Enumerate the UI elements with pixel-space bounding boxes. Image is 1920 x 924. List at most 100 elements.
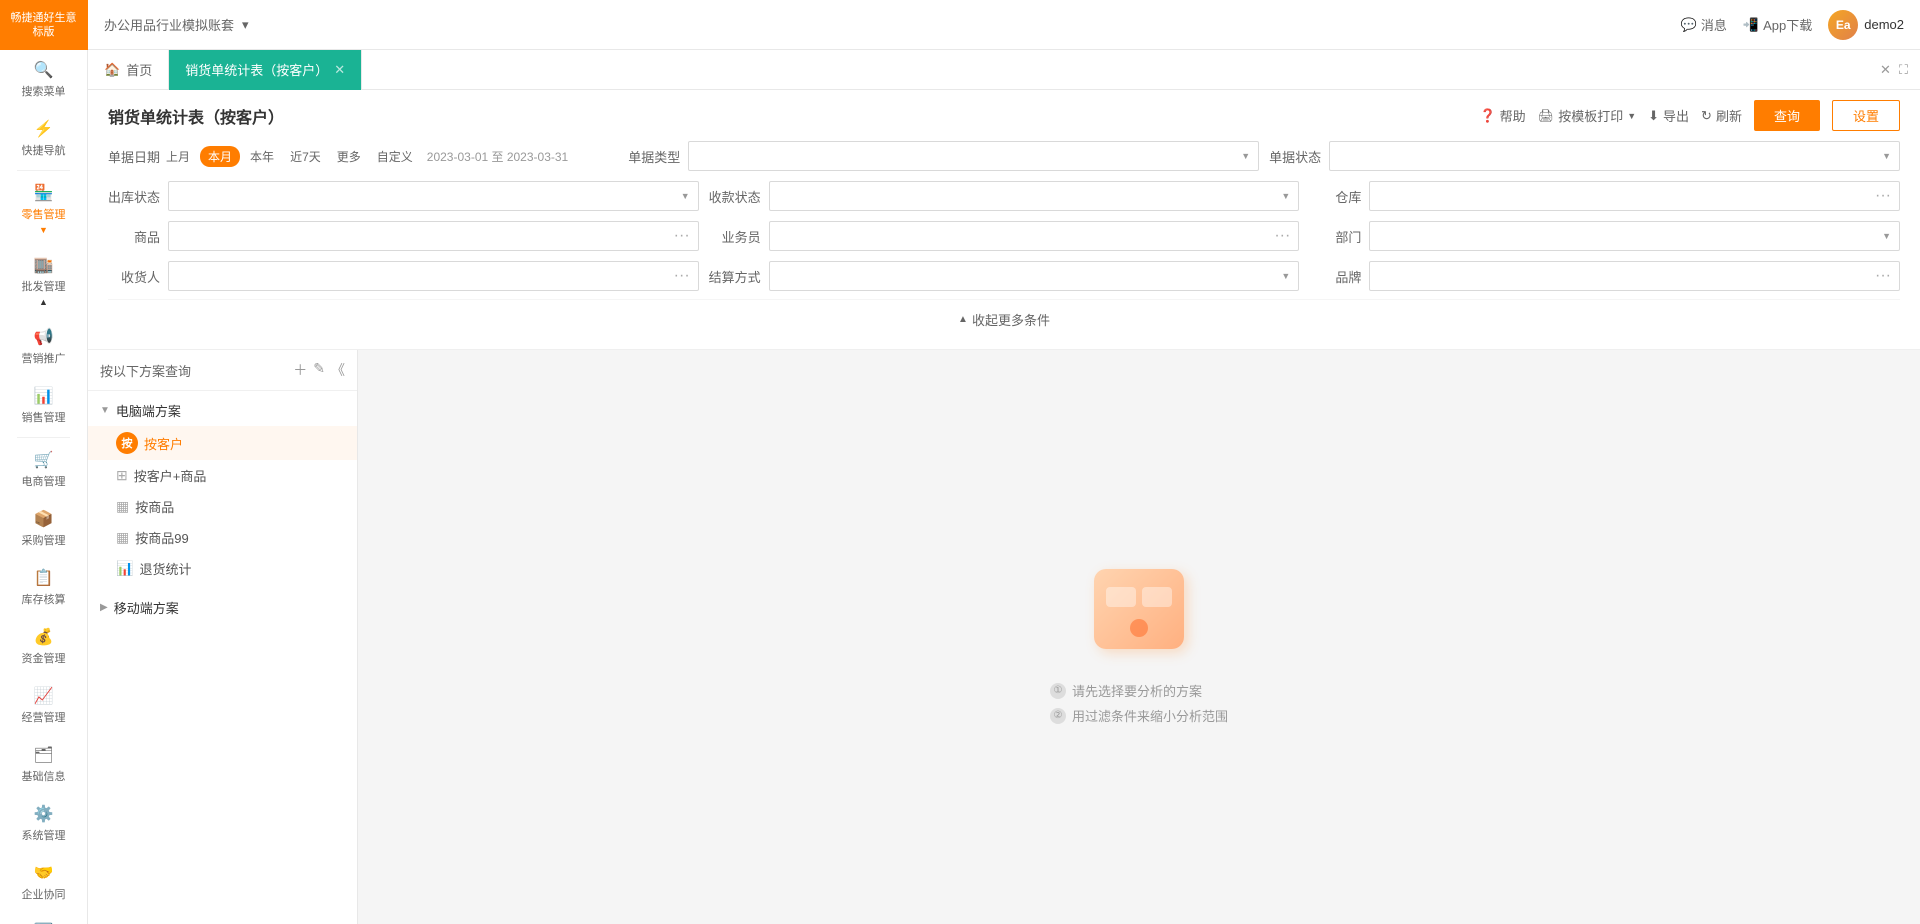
department-filter: 部门 ▼ — [1309, 221, 1900, 251]
out-status-input[interactable]: ▼ — [168, 181, 699, 211]
doc-status-filter: 单据状态 ▼ — [1269, 141, 1900, 171]
sidebar-item-sales[interactable]: 📊 销售管理 — [0, 376, 87, 435]
scheme-item-by-customer[interactable]: 按 按客户 — [88, 426, 357, 460]
product-input[interactable]: ··· — [168, 221, 699, 251]
doc-type-input[interactable]: ▼ — [688, 141, 1259, 171]
app-download-button[interactable]: 📲 App下载 — [1743, 15, 1812, 34]
print-icon: 🖨 — [1538, 108, 1555, 124]
date-btn-custom[interactable]: 自定义 — [371, 146, 419, 167]
doc-type-status-row: 单据类型 ▼ 单据状态 ▼ — [628, 141, 1900, 171]
chevron-up-icon: ▲ — [39, 297, 48, 307]
sidebar-item-wholesale[interactable]: 🏬 批发管理 ▲ — [0, 245, 87, 317]
sidebar-item-retail[interactable]: 🏪 零售管理 ▼ — [0, 173, 87, 245]
sidebar-item-operations[interactable]: 📈 经营管理 — [0, 676, 87, 735]
settings-button[interactable]: 设置 — [1832, 100, 1900, 131]
filter-row-2: 出库状态 ▼ 收款状态 ▼ 仓库 — [108, 181, 1900, 211]
date-btn-lastmonth[interactable]: 上月 — [160, 146, 196, 167]
help-icon: ❓ — [1479, 108, 1495, 124]
warehouse-dots[interactable]: ··· — [1875, 187, 1891, 205]
sidebar-item-finance[interactable]: 💰 资金管理 — [0, 617, 87, 676]
tab-home[interactable]: 🏠 首页 — [88, 50, 169, 90]
sidebar-divider-1 — [17, 170, 69, 171]
scheme-sidebar-actions: ＋ ✎ 《 — [293, 360, 345, 380]
date-btn-thismonth[interactable]: 本月 — [200, 146, 240, 167]
receiver-input[interactable]: ··· — [168, 261, 699, 291]
retail-icon: 🏪 — [34, 183, 54, 203]
close-window-icon[interactable]: ✕ — [1880, 62, 1891, 78]
ecommerce-icon: 🛒 — [34, 450, 54, 470]
message-button[interactable]: 💬 消息 — [1681, 15, 1727, 34]
salesperson-dots[interactable]: ··· — [1274, 227, 1290, 245]
add-scheme-button[interactable]: ＋ — [293, 360, 307, 380]
quicknav-icon: ⚡ — [34, 119, 54, 139]
sidebar-item-quicknav[interactable]: ⚡ 快捷导航 — [0, 109, 87, 168]
tab-sales-stat[interactable]: 销货单统计表（按客户） ✕ — [169, 50, 362, 90]
scheme-item-label: 按客户 — [144, 434, 183, 453]
page-title-row: 销货单统计表（按客户） ❓ 帮助 🖨 按模板打印 ▼ ⬇ — [108, 100, 1900, 141]
sidebar-item-purchase[interactable]: 📦 采购管理 — [0, 499, 87, 558]
refresh-button[interactable]: ↻ 刷新 — [1701, 106, 1742, 125]
doc-status-input[interactable]: ▼ — [1329, 141, 1900, 171]
header-left: 办公用品行业模拟账套 ▾ — [104, 15, 249, 34]
enterprise-icon: 🤝 — [34, 863, 54, 883]
salesperson-input[interactable]: ··· — [769, 221, 1300, 251]
product-dots[interactable]: ··· — [674, 227, 690, 245]
salesperson-filter: 业务员 ··· — [709, 221, 1300, 251]
export-icon: ⬇ — [1648, 108, 1659, 124]
salesperson-label: 业务员 — [709, 227, 761, 246]
help-button[interactable]: ❓ 帮助 — [1479, 106, 1525, 125]
operations-icon: 📈 — [34, 686, 54, 706]
home-icon: 🏠 — [104, 62, 120, 78]
chevron-down-icon: ▼ — [39, 225, 48, 235]
system-icon: ⚙️ — [34, 804, 54, 824]
page-header-wrapper: 销货单统计表（按客户） ❓ 帮助 🖨 按模板打印 ▼ ⬇ — [88, 90, 1920, 350]
export-button[interactable]: ⬇ 导出 — [1648, 106, 1689, 125]
brand-input[interactable]: ··· — [1369, 261, 1900, 291]
scheme-item-return-stat[interactable]: 📊 退货统计 — [88, 553, 357, 584]
top-header: 办公用品行业模拟账套 ▾ 💬 消息 📲 App下载 Ea demo2 — [88, 0, 1920, 50]
doc-type-filter: 单据类型 ▼ — [628, 141, 1259, 171]
template-print-button[interactable]: 🖨 按模板打印 ▼ — [1538, 106, 1636, 125]
user-menu[interactable]: Ea demo2 — [1828, 10, 1904, 40]
date-btn-7days[interactable]: 近7天 — [284, 146, 327, 167]
date-btn-thisyear[interactable]: 本年 — [244, 146, 280, 167]
edit-scheme-button[interactable]: ✎ — [313, 360, 325, 380]
scheme-item-by-customer-product[interactable]: ⊞ 按客户+商品 — [88, 460, 357, 491]
breadcrumb-dropdown[interactable]: ▾ — [242, 17, 249, 33]
sidebar-item-enterprise[interactable]: 🤝 企业协同 — [0, 853, 87, 912]
department-input[interactable]: ▼ — [1369, 221, 1900, 251]
scheme-sidebar-header: 按以下方案查询 ＋ ✎ 《 — [88, 350, 357, 391]
refresh-icon: ↻ — [1701, 108, 1712, 124]
doc-type-label: 单据类型 — [628, 147, 680, 166]
sidebar-item-search[interactable]: 🔍 搜索菜单 — [0, 50, 87, 109]
scheme-group-mobile-header[interactable]: ▶ 移动端方案 — [88, 592, 357, 623]
brand-dots[interactable]: ··· — [1875, 267, 1891, 285]
wholesale-icon: 🏬 — [34, 255, 54, 275]
sidebar-item-marketing[interactable]: 📢 营销推广 — [0, 317, 87, 376]
date-btn-more[interactable]: 更多 — [331, 146, 367, 167]
basic-icon: 🗂 — [33, 745, 53, 765]
maximize-icon[interactable]: ⛶ — [1899, 62, 1908, 78]
sidebar-item-basic[interactable]: 🗂 基础信息 — [0, 735, 87, 794]
sidebar-item-newguide[interactable]: 🆕 新手引导 — [0, 912, 87, 924]
sidebar-divider-2 — [17, 437, 69, 438]
sidebar-item-ecommerce[interactable]: 🛒 电商管理 — [0, 440, 87, 499]
scheme-item-label: 按商品 — [135, 497, 174, 516]
scheme-group-pc-header[interactable]: ▼ 电脑端方案 — [88, 395, 357, 426]
scheme-item-by-product[interactable]: ▦ 按商品 — [88, 491, 357, 522]
collapse-row: ▲ 收起更多条件 — [108, 299, 1900, 339]
collapse-sidebar-button[interactable]: 《 — [331, 360, 345, 380]
purchase-icon: 📦 — [34, 509, 54, 529]
tab-close-icon[interactable]: ✕ — [334, 62, 345, 78]
sidebar-item-system[interactable]: ⚙️ 系统管理 — [0, 794, 87, 853]
sidebar-item-inventory[interactable]: 📋 库存核算 — [0, 558, 87, 617]
collapse-button[interactable]: ▲ 收起更多条件 — [958, 304, 1050, 335]
query-button[interactable]: 查询 — [1754, 100, 1820, 131]
receipt-status-input[interactable]: ▼ — [769, 181, 1300, 211]
warehouse-input[interactable]: ··· — [1369, 181, 1900, 211]
receiver-dots[interactable]: ··· — [674, 267, 690, 285]
scheme-item-by-product99[interactable]: ▦ 按商品99 — [88, 522, 357, 553]
avatar: Ea — [1828, 10, 1858, 40]
settlement-input[interactable]: ▼ — [769, 261, 1300, 291]
collapse-up-icon: ▲ — [958, 314, 968, 325]
